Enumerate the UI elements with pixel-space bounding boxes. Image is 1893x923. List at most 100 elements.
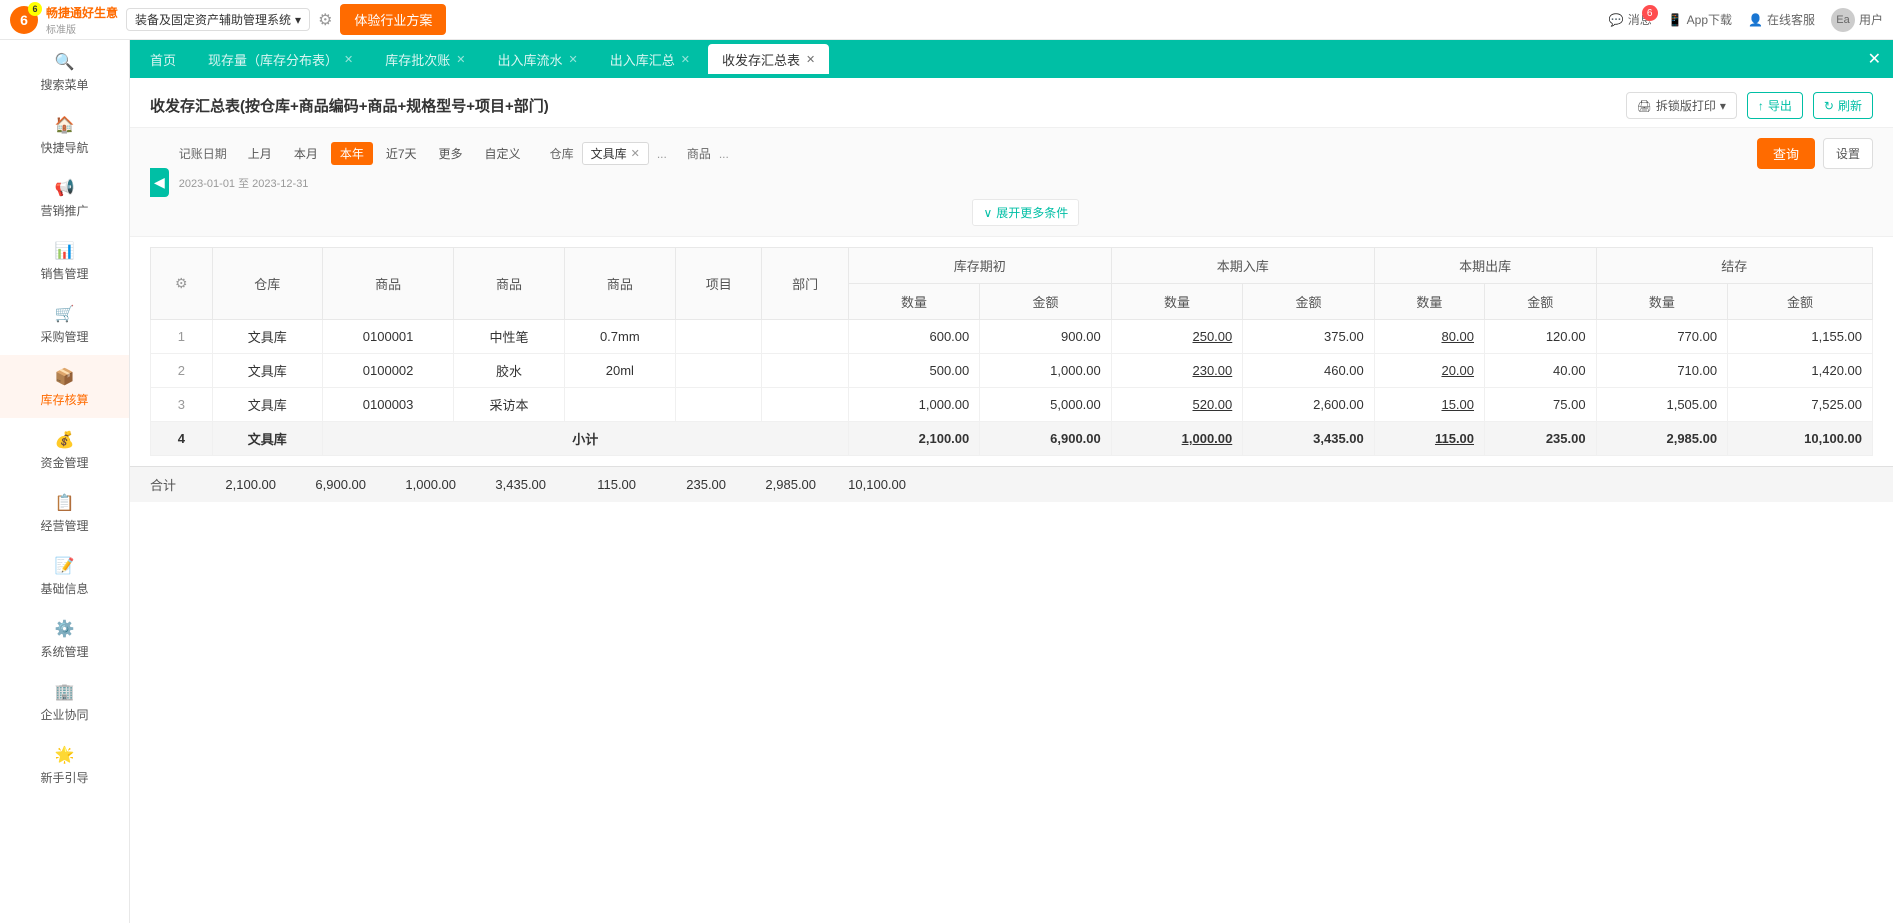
tab-inventory-dist-close[interactable]: ✕ — [344, 53, 353, 66]
sidebar-item-inventory[interactable]: 📦 库存核算 — [0, 355, 129, 418]
goods-ellipsis[interactable]: ... — [719, 147, 729, 161]
header-actions: 🖨 拆锁版打印 ▾ ↑ 导出 ↻ 刷新 — [1626, 92, 1873, 119]
sidebar-item-capital[interactable]: 💰 资金管理 — [0, 418, 129, 481]
warehouse-ellipsis[interactable]: ... — [657, 147, 667, 161]
total-out-amt: 235.00 — [656, 477, 726, 492]
tab-recv-send-summary-close[interactable]: ✕ — [806, 53, 815, 66]
export-btn[interactable]: ↑ 导出 — [1747, 92, 1803, 119]
row-spec — [564, 388, 676, 422]
sidebar-item-purchase[interactable]: 🛒 采购管理 — [0, 292, 129, 355]
tab-inventory-dist[interactable]: 现存量（库存分布表） ✕ — [194, 44, 367, 74]
capital-icon: 💰 — [55, 430, 75, 450]
sidebar-label-newbie: 新手引导 — [40, 769, 88, 786]
subtotal-warehouse: 文具库 — [212, 422, 322, 456]
row-out-qty[interactable]: 20.00 — [1374, 354, 1484, 388]
sidebar-item-system[interactable]: ⚙️ 系统管理 — [0, 607, 129, 670]
row-spec: 20ml — [564, 354, 676, 388]
gear-settings-icon[interactable]: ⚙ — [318, 10, 332, 30]
experience-btn[interactable]: 体验行业方案 — [340, 4, 446, 35]
column-settings-icon[interactable]: ⚙ — [175, 275, 188, 291]
th-spec: 商品 — [564, 248, 676, 320]
app-download-btn[interactable]: 📱 App下载 — [1668, 11, 1732, 28]
tab-bar: 首页 现存量（库存分布表） ✕ 库存批次账 ✕ 出入库流水 ✕ 出入库汇总 ✕ — [130, 40, 1893, 78]
row-name: 中性笔 — [454, 320, 564, 354]
tab-batch-account[interactable]: 库存批次账 ✕ — [371, 44, 479, 74]
user-btn[interactable]: Ea 用户 — [1831, 8, 1883, 32]
th-in-amt: 金额 — [1243, 284, 1375, 320]
table-row: 2 文具库 0100002 胶水 20ml 500.00 1,000.00 23… — [151, 354, 1873, 388]
marketing-icon: 📢 — [55, 178, 75, 198]
th-close-qty: 数量 — [1596, 284, 1728, 320]
sidebar-label-system: 系统管理 — [40, 643, 88, 660]
goods-label: 商品 — [687, 145, 711, 162]
app-download-label: App下载 — [1687, 11, 1732, 28]
date-btn-this-month[interactable]: 本月 — [285, 142, 327, 165]
th-settings[interactable]: ⚙ — [151, 248, 213, 320]
tab-in-out-flow[interactable]: 出入库流水 ✕ — [483, 44, 591, 74]
service-icon: 👤 — [1748, 13, 1763, 27]
online-service-btn[interactable]: 👤 在线客服 — [1748, 11, 1815, 28]
newbie-icon: 🌟 — [55, 745, 75, 765]
tab-in-out-summary-label: 出入库汇总 — [610, 50, 675, 69]
row-in-amt: 375.00 — [1243, 320, 1375, 354]
total-close-amt: 10,100.00 — [836, 477, 906, 492]
sidebar-item-enterprise[interactable]: 🏢 企业协同 — [0, 670, 129, 733]
th-warehouse: 仓库 — [212, 248, 322, 320]
tab-in-out-flow-close[interactable]: ✕ — [569, 53, 578, 66]
expand-conditions-btn[interactable]: ∨ 展开更多条件 — [972, 199, 1079, 226]
sidebar-item-sales[interactable]: 📊 销售管理 — [0, 229, 129, 292]
row-out-qty[interactable]: 80.00 — [1374, 320, 1484, 354]
subtotal-in-qty[interactable]: 1,000.00 — [1111, 422, 1243, 456]
avatar: Ea — [1831, 8, 1855, 32]
sidebar-item-marketing[interactable]: 📢 营销推广 — [0, 166, 129, 229]
total-in-amt: 3,435.00 — [476, 477, 546, 492]
total-out-qty: 115.00 — [566, 477, 636, 492]
date-shortcuts: 上月 本月 本年 近7天 更多 自定义 — [239, 142, 530, 165]
enterprise-icon: 🏢 — [55, 682, 75, 702]
refresh-btn[interactable]: ↻ 刷新 — [1813, 92, 1873, 119]
tab-home[interactable]: 首页 — [136, 44, 190, 74]
sidebar-item-newbie[interactable]: 🌟 新手引导 — [0, 733, 129, 796]
expand-icon: ∨ — [983, 206, 992, 220]
system-selector[interactable]: 装备及固定资产辅助管理系统 ▾ — [126, 8, 310, 31]
row-close-qty: 770.00 — [1596, 320, 1728, 354]
page-content: 收发存汇总表(按仓库+商品编码+商品+规格型号+项目+部门) 🖨 拆锁版打印 ▾… — [130, 78, 1893, 923]
tab-in-out-summary[interactable]: 出入库汇总 ✕ — [596, 44, 704, 74]
date-btn-last-month[interactable]: 上月 — [239, 142, 281, 165]
tab-bar-close-all[interactable]: ✕ — [1860, 49, 1889, 69]
sidebar-label-operation: 经营管理 — [40, 517, 88, 534]
subtotal-out-qty[interactable]: 115.00 — [1374, 422, 1484, 456]
date-btn-more[interactable]: 更多 — [430, 142, 472, 165]
print-icon: 🖨 — [1637, 99, 1652, 113]
date-btn-custom[interactable]: 自定义 — [476, 142, 530, 165]
row-open-amt: 1,000.00 — [980, 354, 1112, 388]
message-btn[interactable]: 💬 消息 6 — [1609, 11, 1652, 28]
row-in-qty[interactable]: 250.00 — [1111, 320, 1243, 354]
filter-toggle-btn[interactable]: ◀ — [150, 168, 169, 197]
app-brand: 畅捷通好生意 标准版 — [46, 4, 118, 36]
tab-batch-account-close[interactable]: ✕ — [456, 53, 465, 66]
row-dept — [762, 320, 848, 354]
sidebar-item-search[interactable]: 🔍 搜索菜单 — [0, 40, 129, 103]
row-name: 胶水 — [454, 354, 564, 388]
total-open-amt: 6,900.00 — [296, 477, 366, 492]
tab-in-out-summary-close[interactable]: ✕ — [681, 53, 690, 66]
page-header: 收发存汇总表(按仓库+商品编码+商品+规格型号+项目+部门) 🖨 拆锁版打印 ▾… — [130, 78, 1893, 128]
tab-in-out-flow-label: 出入库流水 — [497, 50, 562, 69]
sidebar-item-basic[interactable]: 📝 基础信息 — [0, 544, 129, 607]
total-open-qty: 2,100.00 — [206, 477, 276, 492]
sidebar-label-purchase: 采购管理 — [40, 328, 88, 345]
filter-settings-btn[interactable]: 设置 — [1823, 138, 1873, 169]
row-in-qty[interactable]: 520.00 — [1111, 388, 1243, 422]
date-btn-this-year[interactable]: 本年 — [331, 142, 373, 165]
query-btn[interactable]: 查询 — [1757, 138, 1815, 169]
print-btn[interactable]: 🖨 拆锁版打印 ▾ — [1626, 92, 1737, 119]
tab-recv-send-summary[interactable]: 收发存汇总表 ✕ — [708, 44, 829, 74]
purchase-icon: 🛒 — [55, 304, 75, 324]
sidebar-item-operation[interactable]: 📋 经营管理 — [0, 481, 129, 544]
warehouse-tag-close[interactable]: ✕ — [631, 147, 640, 160]
date-btn-7days[interactable]: 近7天 — [377, 142, 426, 165]
row-out-qty[interactable]: 15.00 — [1374, 388, 1484, 422]
sidebar-item-quick-nav[interactable]: 🏠 快捷导航 — [0, 103, 129, 166]
row-in-qty[interactable]: 230.00 — [1111, 354, 1243, 388]
